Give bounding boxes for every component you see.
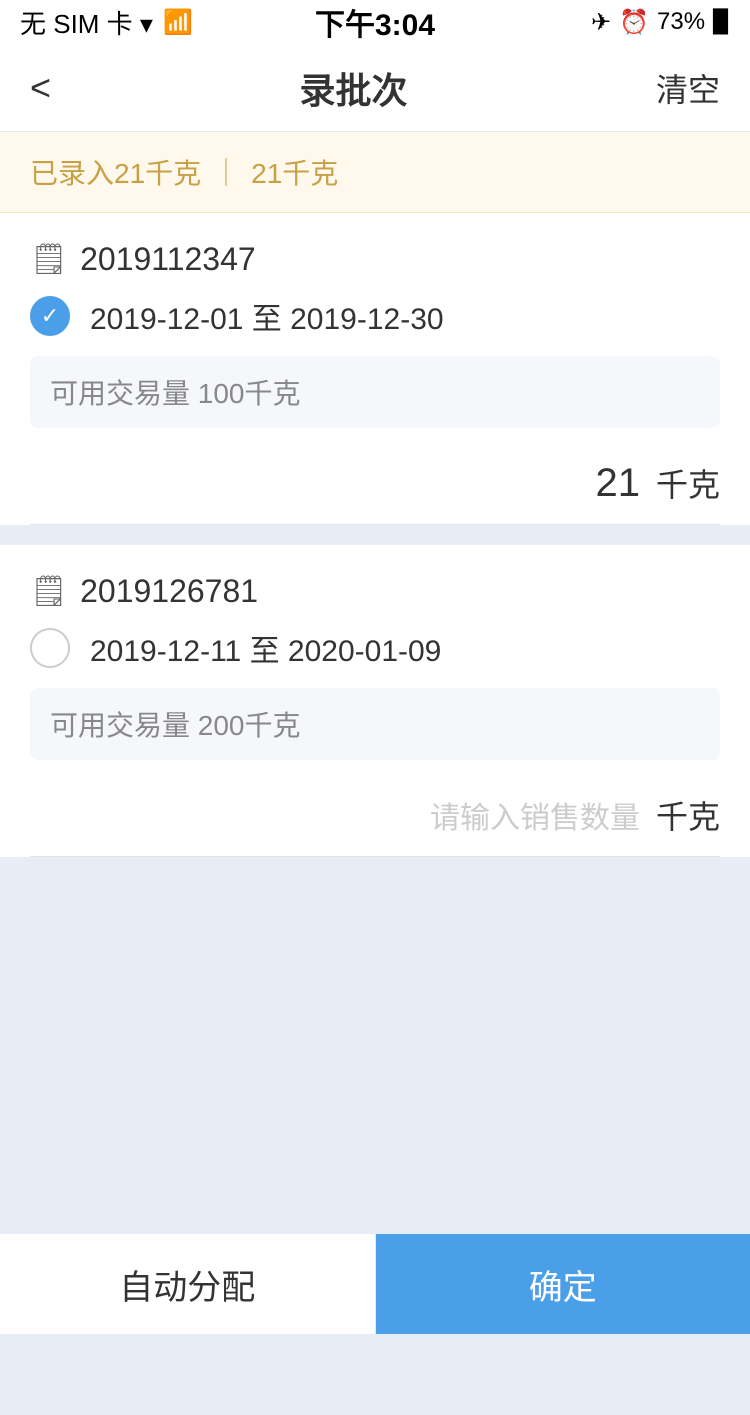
gray-section-1	[0, 525, 750, 545]
auto-distribute-button[interactable]: 自动分配	[0, 1234, 376, 1334]
batch1-id: 2019112347	[80, 241, 256, 278]
status-time: 下午3:04	[315, 0, 435, 44]
batch-card-1: 🗒 2019112347 ✓ 2019-12-01 至 2019-12-30 可…	[0, 213, 750, 525]
batch2-id: 2019126781	[80, 573, 258, 610]
battery-percentage: 73%	[657, 8, 705, 36]
batch1-date-row: ✓ 2019-12-01 至 2019-12-30	[0, 288, 750, 348]
battery-icon: ▉	[713, 9, 730, 35]
batch2-quantity-input-row[interactable]: 请输入销售数量 千克	[0, 774, 750, 856]
status-right: ✈ ⏰ 73% ▉	[591, 8, 730, 37]
summary-value: 21千克	[251, 152, 338, 192]
batch1-radio[interactable]: ✓	[30, 296, 70, 336]
summary-divider	[225, 158, 227, 186]
status-left: 无 SIM 卡 ▾ 📶	[20, 4, 193, 41]
batch2-header: 🗒 2019126781	[0, 545, 750, 620]
check-icon: ✓	[41, 303, 59, 329]
batch1-quantity-value: 21	[595, 461, 640, 506]
summary-label: 已录入21千克	[30, 152, 201, 192]
batch2-quantity-unit: 千克	[656, 792, 720, 838]
batch1-available: 可用交易量 100千克	[30, 356, 720, 428]
page-title: 录批次	[300, 62, 408, 114]
batch2-icon: 🗒	[30, 574, 68, 609]
confirm-button[interactable]: 确定	[376, 1234, 750, 1334]
batch2-date-row: 2019-12-11 至 2020-01-09	[0, 620, 750, 680]
status-bar: 无 SIM 卡 ▾ 📶 下午3:04 ✈ ⏰ 73% ▉	[0, 0, 750, 44]
batch-card-2: 🗒 2019126781 2019-12-11 至 2020-01-09 可用交…	[0, 545, 750, 857]
batch1-date: 2019-12-01 至 2019-12-30	[90, 294, 444, 338]
bottom-bar: 自动分配 确定	[0, 1234, 750, 1334]
location-icon: ✈	[591, 8, 611, 37]
clear-button[interactable]: 清空	[656, 65, 720, 111]
sim-label: 无 SIM 卡 ▾	[20, 4, 153, 41]
summary-bar: 已录入21千克 21千克	[0, 132, 750, 213]
batch1-icon: 🗒	[30, 242, 68, 277]
batch2-radio[interactable]	[30, 628, 70, 668]
batch2-date: 2019-12-11 至 2020-01-09	[90, 626, 441, 670]
batch1-quantity-row: 21 千克	[0, 442, 750, 524]
alarm-icon: ⏰	[619, 8, 649, 37]
batch1-quantity-unit: 千克	[656, 460, 720, 506]
batch1-header: 🗒 2019112347	[0, 213, 750, 288]
wifi-icon: 📶	[163, 8, 193, 37]
quantity-placeholder: 请输入销售数量	[430, 793, 640, 837]
batch2-available: 可用交易量 200千克	[30, 688, 720, 760]
nav-bar: < 录批次 清空	[0, 44, 750, 132]
back-button[interactable]: <	[30, 67, 51, 109]
